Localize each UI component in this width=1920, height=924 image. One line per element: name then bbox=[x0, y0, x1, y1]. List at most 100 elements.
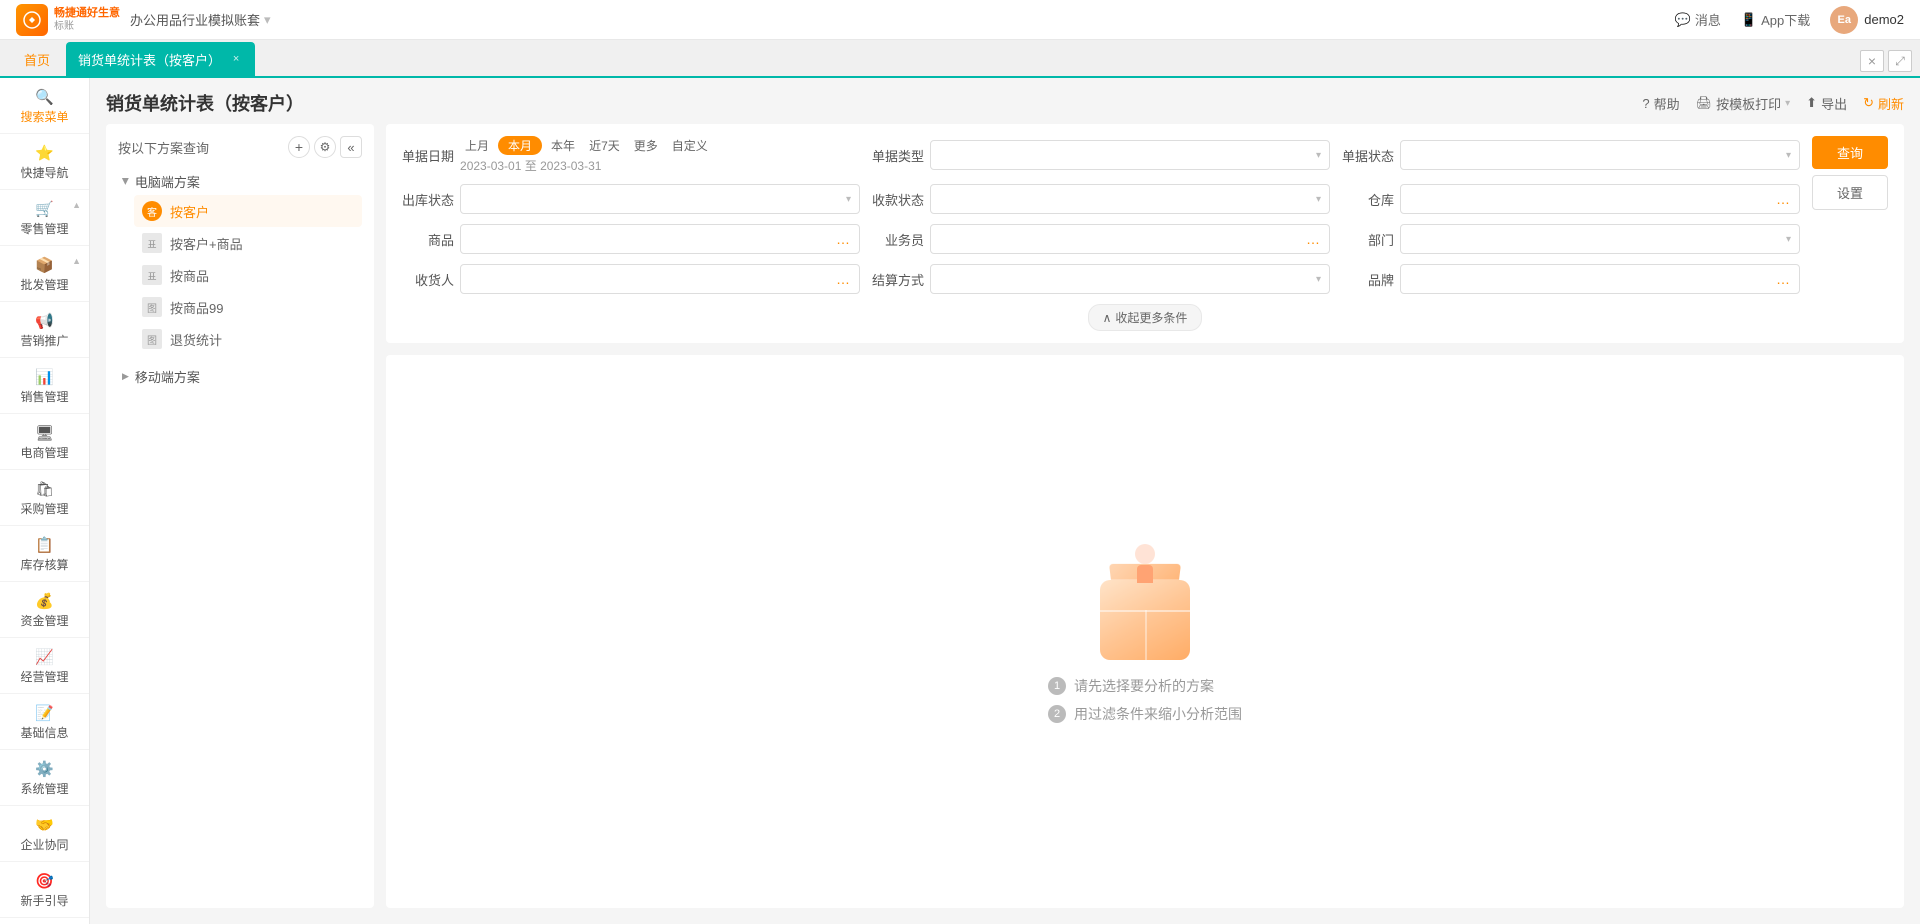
date-label: 单据日期 bbox=[402, 146, 454, 165]
out-status-label: 出库状态 bbox=[402, 190, 454, 209]
tab-close-icon[interactable]: × bbox=[229, 52, 243, 66]
empty-state: 1 请先选择要分析的方案 2 用过滤条件来缩小分析范围 bbox=[386, 355, 1904, 908]
mobile-group-header[interactable]: ▶ 移动端方案 bbox=[118, 363, 362, 390]
username: demo2 bbox=[1864, 12, 1904, 27]
department-arrow-icon: ▾ bbox=[1786, 234, 1791, 245]
desktop-group-toggle-icon: ▶ bbox=[120, 178, 131, 185]
sidebar-item-retail[interactable]: 🛒 零售管理 ▲ bbox=[0, 190, 89, 246]
product-input[interactable]: … bbox=[460, 224, 860, 254]
scheme-item-label-product: 按商品 bbox=[170, 266, 209, 285]
tab-sales-stats[interactable]: 销货单统计表（按客户） × bbox=[66, 42, 255, 76]
maximize-tab-btn[interactable]: ⤢ bbox=[1888, 50, 1912, 72]
department-label: 部门 bbox=[1342, 230, 1394, 249]
desktop-group-header[interactable]: ▶ 电脑端方案 bbox=[118, 168, 362, 195]
date-btn-this-month[interactable]: 本月 bbox=[498, 136, 542, 155]
scheme-item-by-customer[interactable]: 客 按客户 bbox=[134, 195, 362, 227]
sidebar-item-guide[interactable]: 🎯 新手引导 bbox=[0, 862, 89, 918]
warehouse-field: 仓库 … bbox=[1342, 184, 1800, 214]
sidebar-item-app-center[interactable]: 📱 应用中心 bbox=[0, 918, 89, 924]
close-tab-btn[interactable]: × bbox=[1860, 50, 1884, 72]
receipt-status-arrow-icon: ▾ bbox=[1316, 194, 1321, 205]
warehouse-label: 仓库 bbox=[1342, 190, 1394, 209]
message-btn[interactable]: 💬 消息 bbox=[1675, 10, 1721, 29]
product-label: 商品 bbox=[402, 230, 454, 249]
sidebar-item-basic[interactable]: 📝 基础信息 bbox=[0, 694, 89, 750]
out-status-input[interactable]: ▾ bbox=[460, 184, 860, 214]
sidebar-item-sales[interactable]: 📊 销售管理 bbox=[0, 358, 89, 414]
receipt-status-input[interactable]: ▾ bbox=[930, 184, 1330, 214]
help-btn[interactable]: ? 帮助 bbox=[1642, 94, 1679, 113]
date-btn-last-month[interactable]: 上月 bbox=[460, 136, 494, 155]
sidebar-item-purchase[interactable]: 🛍 采购管理 bbox=[0, 470, 89, 526]
scheme-item-by-customer-product[interactable]: 표 按客户+商品 bbox=[134, 227, 362, 259]
quick-nav-icon: ⭐ bbox=[35, 144, 54, 162]
wholesale-icon: 📦 bbox=[35, 256, 54, 274]
sidebar-item-finance[interactable]: 💰 资金管理 bbox=[0, 582, 89, 638]
settlement-input[interactable]: ▾ bbox=[930, 264, 1330, 294]
salesperson-dots-icon: … bbox=[1306, 231, 1321, 247]
breadcrumb-arrow-icon[interactable]: ▾ bbox=[264, 12, 271, 28]
brand-input[interactable]: … bbox=[1400, 264, 1800, 294]
sidebar-item-marketing[interactable]: 📢 营销推广 bbox=[0, 302, 89, 358]
sidebar-item-inventory[interactable]: 📋 库存核算 bbox=[0, 526, 89, 582]
system-icon: ⚙️ bbox=[35, 760, 54, 778]
scheme-panel-title: 按以下方案查询 bbox=[118, 138, 209, 157]
scheme-settings-btn[interactable]: ⚙ bbox=[314, 136, 336, 158]
settings-btn[interactable]: 设置 bbox=[1812, 175, 1888, 210]
department-field: 部门 ▾ bbox=[1342, 224, 1800, 254]
doc-type-label: 单据类型 bbox=[872, 146, 924, 165]
hint2: 2 用过滤条件来缩小分析范围 bbox=[1048, 704, 1242, 724]
sidebar-item-quick-nav[interactable]: ⭐ 快捷导航 bbox=[0, 134, 89, 190]
desktop-group-label: 电脑端方案 bbox=[135, 172, 200, 191]
print-dropdown-icon: ▾ bbox=[1785, 98, 1790, 109]
salesperson-label: 业务员 bbox=[872, 230, 924, 249]
doc-type-input[interactable]: ▾ bbox=[930, 140, 1330, 170]
app-download-icon: 📱 bbox=[1741, 12, 1757, 28]
salesperson-input[interactable]: … bbox=[930, 224, 1330, 254]
purchase-icon: 🛍 bbox=[35, 480, 54, 498]
recipient-input[interactable]: … bbox=[460, 264, 860, 294]
sidebar-item-search-menu[interactable]: 🔍 搜索菜单 bbox=[0, 78, 89, 134]
scheme-item-icon-customer: 客 bbox=[142, 201, 162, 221]
sidebar-item-system[interactable]: ⚙️ 系统管理 bbox=[0, 750, 89, 806]
empty-illustration bbox=[1075, 540, 1215, 660]
hint1: 1 请先选择要分析的方案 bbox=[1048, 676, 1242, 696]
tab-home[interactable]: 首页 bbox=[8, 42, 66, 76]
wholesale-arrow-icon: ▲ bbox=[72, 256, 81, 266]
scheme-collapse-btn[interactable]: « bbox=[340, 136, 362, 158]
user-profile[interactable]: Ea demo2 bbox=[1830, 6, 1904, 34]
export-btn[interactable]: ⬆ 导出 bbox=[1806, 94, 1847, 113]
date-btn-custom[interactable]: 自定义 bbox=[667, 136, 713, 155]
brand-field: 品牌 … bbox=[1342, 264, 1800, 294]
mobile-scheme-group: ▶ 移动端方案 bbox=[118, 363, 362, 390]
print-template-btn[interactable]: 🖨 按模板打印 ▾ bbox=[1696, 94, 1791, 113]
refresh-btn[interactable]: ↻ 刷新 bbox=[1863, 94, 1904, 113]
settlement-arrow-icon: ▾ bbox=[1316, 274, 1321, 285]
recipient-label: 收货人 bbox=[402, 270, 454, 289]
retail-icon: 🛒 bbox=[35, 200, 54, 218]
scheme-add-btn[interactable]: + bbox=[288, 136, 310, 158]
date-btn-this-year[interactable]: 本年 bbox=[546, 136, 580, 155]
receipt-status-label: 收款状态 bbox=[872, 190, 924, 209]
sidebar-item-business[interactable]: 📈 经营管理 bbox=[0, 638, 89, 694]
sidebar-item-ecomm[interactable]: 🖥 电商管理 bbox=[0, 414, 89, 470]
doc-status-input[interactable]: ▾ bbox=[1400, 140, 1800, 170]
date-btn-7days[interactable]: 近7天 bbox=[584, 136, 625, 155]
collapse-filter-btn[interactable]: ∧ 收起更多条件 bbox=[1088, 304, 1203, 331]
export-icon: ⬆ bbox=[1806, 95, 1817, 111]
sidebar-item-wholesale[interactable]: 📦 批发管理 ▲ bbox=[0, 246, 89, 302]
date-btn-more[interactable]: 更多 bbox=[629, 136, 663, 155]
scheme-item-label-cp: 按客户+商品 bbox=[170, 234, 243, 253]
warehouse-input[interactable]: … bbox=[1400, 184, 1800, 214]
scheme-item-by-product[interactable]: 표 按商品 bbox=[134, 259, 362, 291]
query-btn[interactable]: 查询 bbox=[1812, 136, 1888, 169]
mobile-group-label: 移动端方案 bbox=[135, 367, 200, 386]
department-input[interactable]: ▾ bbox=[1400, 224, 1800, 254]
logo-icon bbox=[22, 10, 42, 30]
settlement-field: 结算方式 ▾ bbox=[872, 264, 1330, 294]
scheme-item-return[interactable]: 图 退货统计 bbox=[134, 323, 362, 355]
scheme-item-by-product99[interactable]: 图 按商品99 bbox=[134, 291, 362, 323]
guide-icon: 🎯 bbox=[35, 872, 54, 890]
sidebar-item-enterprise[interactable]: 🤝 企业协同 bbox=[0, 806, 89, 862]
app-download-btn[interactable]: 📱 App下载 bbox=[1741, 10, 1810, 29]
